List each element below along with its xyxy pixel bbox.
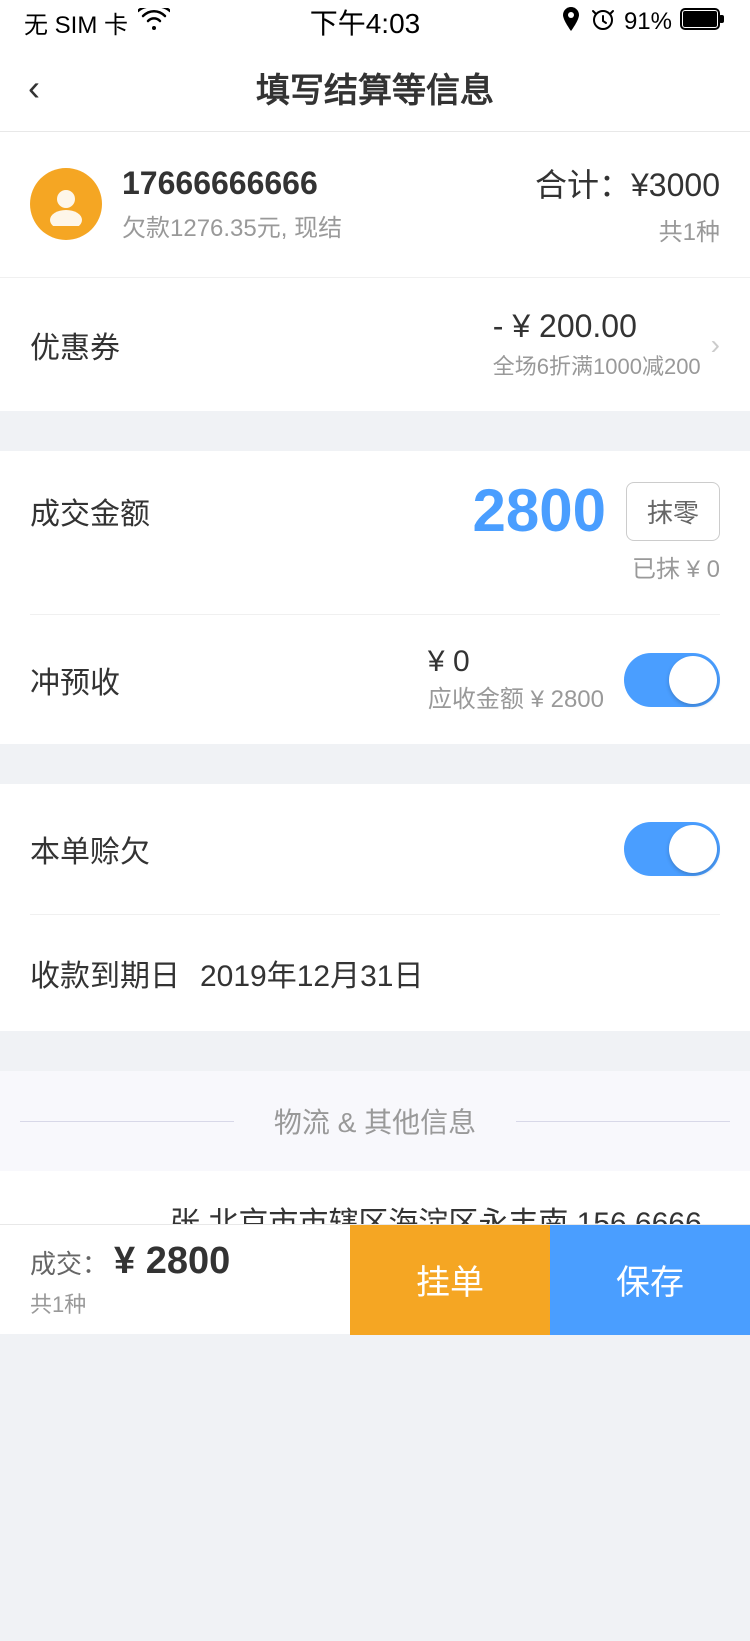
coupon-desc: 全场6折满1000减200 (493, 349, 701, 381)
section-divider-1 (0, 431, 750, 451)
bottom-bar: 成交： ¥ 2800 共1种 挂单 保存 (0, 1224, 750, 1334)
coupon-right: - ¥ 200.00 全场6折满1000减200 › (493, 308, 720, 381)
toggle-knob (669, 656, 717, 704)
due-date-row: 收款到期日 2019年12月31日 (0, 915, 750, 1031)
prepay-toggle-area: ¥ 0 应收金额 ¥ 2800 (428, 645, 720, 714)
prepay-row: 冲预收 ¥ 0 应收金额 ¥ 2800 (0, 615, 750, 744)
due-date-label: 收款到期日 (30, 951, 180, 995)
wifi-icon (138, 8, 170, 37)
section-divider-2 (0, 764, 750, 784)
bottom-left: 成交： ¥ 2800 共1种 (0, 1240, 350, 1319)
prepay-amount: ¥ 0 (428, 645, 604, 679)
status-bar: 无 SIM 卡 下午4:03 91% (0, 0, 750, 44)
sim-text: 无 SIM 卡 (24, 5, 128, 40)
debit-label: 本单赊欠 (30, 827, 150, 871)
back-button[interactable]: ‹ (28, 67, 40, 109)
deal-row: 成交金额 2800 抹零 (0, 451, 750, 541)
deal-label: 成交金额 (30, 489, 150, 533)
logistics-line-right (516, 1121, 730, 1122)
total-count: 共1种 (535, 212, 720, 247)
save-button[interactable]: 保存 (550, 1225, 750, 1335)
customer-phone: 17666666666 (122, 165, 342, 202)
total-amount: 合计：¥3000 (535, 160, 720, 206)
deal-sub-text: 已抹 ¥ 0 (632, 549, 720, 584)
debit-section: 本单赊欠 收款到期日 2019年12月31日 (0, 784, 750, 1031)
page-title: 填写结算等信息 (256, 63, 494, 112)
bottom-deal-row: 成交： ¥ 2800 (30, 1240, 320, 1283)
deal-right: 2800 抹零 (473, 481, 721, 541)
coupon-arrow-icon: › (711, 329, 720, 361)
customer-right: 合计：¥3000 共1种 (535, 160, 720, 247)
section-divider-3 (0, 1051, 750, 1071)
debit-toggle[interactable] (624, 822, 720, 876)
debit-toggle-knob (669, 825, 717, 873)
status-right: 91% (560, 6, 726, 39)
content: 17666666666 欠款1276.35元, 现结 合计：¥3000 共1种 … (0, 132, 750, 1641)
battery-percent: 91% (624, 8, 672, 36)
deal-section: 成交金额 2800 抹零 已抹 ¥ 0 冲预收 ¥ 0 应收金额 ¥ 2800 (0, 451, 750, 744)
prepay-toggle[interactable] (624, 653, 720, 707)
status-time: 下午4:03 (310, 2, 421, 42)
bottom-count: 共1种 (30, 1287, 320, 1319)
deal-sub-row: 已抹 ¥ 0 (0, 541, 750, 614)
alarm-icon (590, 6, 616, 39)
logistics-title: 物流 & 其他信息 (274, 1101, 476, 1141)
coupon-discount: - ¥ 200.00 (493, 308, 701, 345)
debit-row: 本单赊欠 (0, 784, 750, 914)
customer-card: 17666666666 欠款1276.35元, 现结 合计：¥3000 共1种 … (0, 132, 750, 411)
coupon-row[interactable]: 优惠券 - ¥ 200.00 全场6折满1000减200 › (0, 277, 750, 411)
deal-amount-value: 2800 (473, 481, 606, 541)
bottom-deal-label: 成交： (30, 1244, 108, 1281)
round-button[interactable]: 抹零 (626, 482, 720, 541)
logistics-line-left (20, 1121, 234, 1122)
location-icon (560, 6, 582, 39)
status-left: 无 SIM 卡 (24, 5, 170, 40)
logistics-header: 物流 & 其他信息 (0, 1071, 750, 1171)
prepay-sub: 应收金额 ¥ 2800 (428, 679, 604, 714)
prepay-label: 冲预收 (30, 658, 120, 702)
bottom-deal-amount: ¥ 2800 (114, 1240, 230, 1283)
hang-button[interactable]: 挂单 (350, 1225, 550, 1335)
battery-icon (680, 7, 726, 38)
customer-info: 17666666666 欠款1276.35元, 现结 (122, 165, 342, 243)
due-date-value: 2019年12月31日 (200, 951, 423, 995)
bottom-spacer (0, 1321, 750, 1521)
avatar (30, 168, 102, 240)
nav-bar: ‹ 填写结算等信息 (0, 44, 750, 132)
customer-row: 17666666666 欠款1276.35元, 现结 合计：¥3000 共1种 (0, 132, 750, 275)
customer-left: 17666666666 欠款1276.35元, 现结 (30, 165, 342, 243)
coupon-label: 优惠券 (30, 323, 120, 367)
customer-sub-info: 欠款1276.35元, 现结 (122, 208, 342, 243)
